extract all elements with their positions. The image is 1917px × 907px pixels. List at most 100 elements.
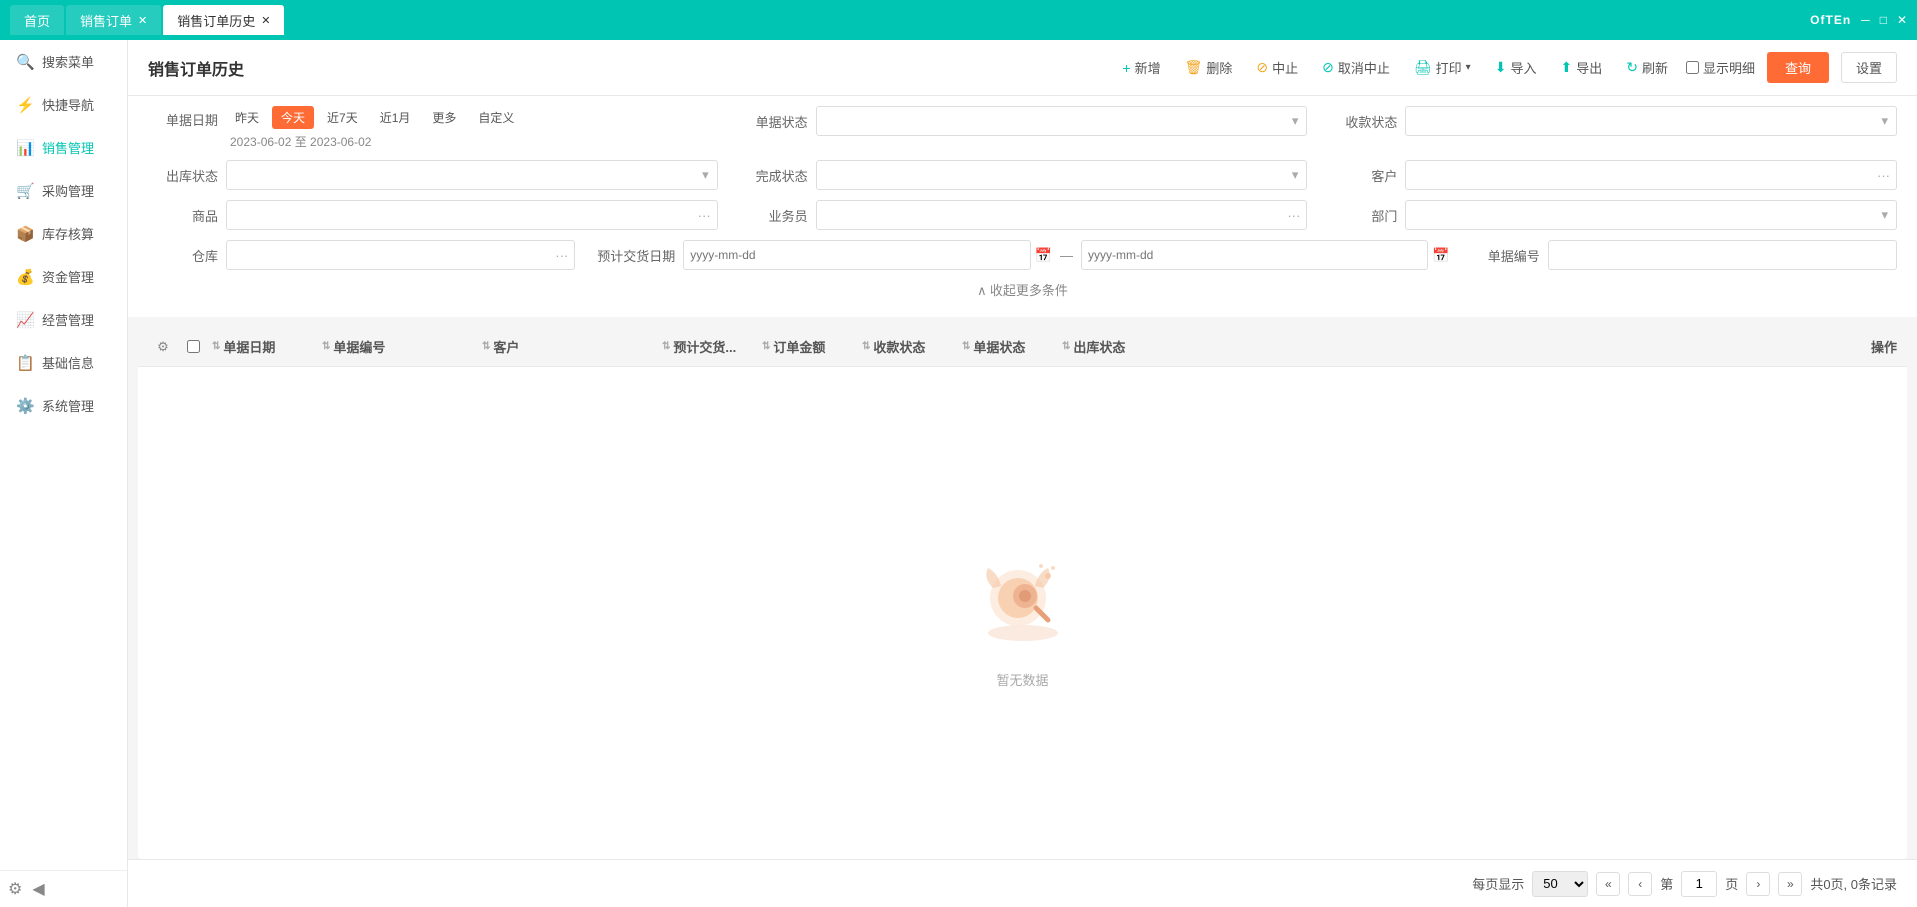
bill-status-select[interactable]: ▾ bbox=[816, 106, 1308, 136]
th-out-status-label: 出库状态 bbox=[1073, 337, 1125, 356]
tab-home[interactable]: 首页 bbox=[10, 5, 64, 35]
cancel-stop-icon: ⊘ bbox=[1322, 59, 1334, 76]
complete-status-select[interactable]: ▾ bbox=[816, 160, 1308, 190]
page-size-select[interactable]: 50 10 20 100 bbox=[1532, 871, 1588, 897]
sort-icon-pay: ⇅ bbox=[862, 341, 870, 352]
date-btn-7days[interactable]: 近7天 bbox=[318, 106, 367, 129]
first-page-btn[interactable]: « bbox=[1596, 872, 1620, 896]
settings-button[interactable]: 设置 bbox=[1841, 52, 1897, 83]
warehouse-input[interactable] bbox=[233, 241, 551, 269]
dept-label: 部门 bbox=[1327, 206, 1397, 225]
sidebar-item-basic-info[interactable]: 📋 基础信息 bbox=[0, 341, 127, 384]
calendar-to-icon[interactable]: 📅 bbox=[1432, 247, 1449, 264]
sidebar-bottom: ⚙ ◀ bbox=[0, 870, 127, 907]
last-page-btn[interactable]: » bbox=[1778, 872, 1802, 896]
date-btn-3days[interactable]: 今天 bbox=[272, 106, 314, 129]
export-label: 导出 bbox=[1576, 58, 1602, 77]
tab-sales-history-close[interactable]: ✕ bbox=[261, 14, 270, 27]
sidebar-item-fund-mgmt[interactable]: 💰 资金管理 bbox=[0, 255, 127, 298]
sidebar-item-search-menu[interactable]: 🔍 搜索菜单 bbox=[0, 40, 127, 83]
minimize-btn[interactable]: ─ bbox=[1861, 13, 1870, 27]
import-button[interactable]: ⬇ 导入 bbox=[1489, 54, 1543, 81]
query-button[interactable]: 查询 bbox=[1767, 52, 1829, 83]
th-amount[interactable]: ⇅ 订单金额 bbox=[758, 337, 858, 356]
th-date-label: 单据日期 bbox=[223, 337, 275, 356]
product-input[interactable] bbox=[233, 201, 694, 229]
export-button[interactable]: ⬆ 导出 bbox=[1554, 54, 1608, 81]
sidebar-item-purchase-mgmt[interactable]: 🛒 采购管理 bbox=[0, 169, 127, 212]
sidebar-label-purchase-mgmt: 采购管理 bbox=[42, 181, 94, 200]
sidebar-collapse-btn[interactable]: ◀ bbox=[32, 879, 44, 899]
warehouse-dots[interactable]: ··· bbox=[555, 248, 568, 263]
product-dots[interactable]: ··· bbox=[698, 208, 711, 223]
th-pay-status[interactable]: ⇅ 收款状态 bbox=[858, 337, 958, 356]
order-no-input[interactable] bbox=[1548, 240, 1897, 270]
add-button[interactable]: + 新增 bbox=[1116, 54, 1166, 81]
warehouse-label: 仓库 bbox=[148, 246, 218, 265]
stop-button[interactable]: ⊘ 中止 bbox=[1250, 54, 1304, 81]
display-detail-checkbox[interactable] bbox=[1686, 61, 1699, 74]
page-input[interactable] bbox=[1681, 871, 1717, 897]
th-customer[interactable]: ⇅ 客户 bbox=[478, 337, 658, 356]
calendar-from-icon[interactable]: 📅 bbox=[1035, 247, 1052, 264]
display-detail-label: 显示明细 bbox=[1703, 58, 1755, 77]
maximize-btn[interactable]: □ bbox=[1880, 13, 1887, 27]
export-icon: ⬆ bbox=[1560, 59, 1572, 76]
sidebar-label-stock-calc: 库存核算 bbox=[42, 224, 94, 243]
date-btn-today[interactable]: 昨天 bbox=[226, 106, 268, 129]
date-label: 单据日期 bbox=[148, 106, 218, 129]
sidebar-label-search-menu: 搜索菜单 bbox=[42, 52, 94, 71]
pay-status-select[interactable]: ▾ bbox=[1405, 106, 1897, 136]
salesman-input[interactable] bbox=[823, 201, 1284, 229]
print-arrow-icon: ▾ bbox=[1466, 62, 1471, 73]
page-label-after: 页 bbox=[1725, 874, 1738, 893]
select-all-checkbox[interactable] bbox=[178, 340, 208, 353]
th-out-status[interactable]: ⇅ 出库状态 bbox=[1058, 337, 1158, 356]
stop-label: 中止 bbox=[1272, 58, 1298, 77]
sidebar-label-sales-mgmt: 销售管理 bbox=[42, 138, 94, 157]
th-date[interactable]: ⇅ 单据日期 bbox=[208, 337, 318, 356]
tab-sales-order[interactable]: 销售订单 ✕ bbox=[66, 5, 161, 35]
settings-column-btn[interactable]: ⚙ bbox=[148, 339, 178, 355]
customer-input[interactable] bbox=[1412, 161, 1873, 189]
tab-sales-history[interactable]: 销售订单历史 ✕ bbox=[163, 5, 284, 35]
main-layout: 🔍 搜索菜单 ⚡ 快捷导航 📊 销售管理 🛒 采购管理 📦 库存核算 💰 资金管… bbox=[0, 40, 1917, 907]
sidebar-item-sys-mgmt[interactable]: ⚙️ 系统管理 bbox=[0, 384, 127, 427]
date-btn-more[interactable]: 更多 bbox=[423, 106, 465, 129]
expect-date-from[interactable] bbox=[683, 240, 1030, 270]
top-bar: 首页 销售订单 ✕ 销售订单历史 ✕ OfTEn ─ □ ✕ bbox=[0, 0, 1917, 40]
sidebar-label-ops-mgmt: 经营管理 bbox=[42, 310, 94, 329]
salesman-dots[interactable]: ··· bbox=[1287, 208, 1300, 223]
refresh-button[interactable]: ↻ 刷新 bbox=[1620, 54, 1674, 81]
collapse-bar[interactable]: ∧ 收起更多条件 bbox=[148, 276, 1897, 307]
sidebar-label-quick-nav: 快捷导航 bbox=[42, 95, 94, 114]
customer-dots[interactable]: ··· bbox=[1877, 168, 1890, 183]
date-btn-custom[interactable]: 自定义 bbox=[469, 106, 523, 129]
expect-date-to[interactable] bbox=[1081, 240, 1428, 270]
close-window-btn[interactable]: ✕ bbox=[1897, 13, 1907, 27]
cancel-stop-button[interactable]: ⊘ 取消中止 bbox=[1316, 54, 1396, 81]
th-bill-status[interactable]: ⇅ 单据状态 bbox=[958, 337, 1058, 356]
sidebar-item-stock-calc[interactable]: 📦 库存核算 bbox=[0, 212, 127, 255]
out-status-select[interactable]: ▾ bbox=[226, 160, 718, 190]
prev-page-btn[interactable]: ‹ bbox=[1628, 872, 1652, 896]
th-expect[interactable]: ⇅ 预计交货... bbox=[658, 337, 758, 356]
print-button[interactable]: 🖨 打印 ▾ bbox=[1408, 54, 1477, 81]
next-page-btn[interactable]: › bbox=[1746, 872, 1770, 896]
th-amount-label: 订单金额 bbox=[773, 337, 825, 356]
complete-status-arrow: ▾ bbox=[1292, 167, 1299, 183]
th-num[interactable]: ⇅ 单据编号 bbox=[318, 337, 478, 356]
date-btn-1month[interactable]: 近1月 bbox=[371, 106, 420, 129]
page-title-bar: 销售订单历史 + 新增 🗑 删除 ⊘ 中止 ⊘ bbox=[148, 52, 1897, 83]
sidebar-settings-btn[interactable]: ⚙ bbox=[8, 879, 22, 899]
sidebar-item-ops-mgmt[interactable]: 📈 经营管理 bbox=[0, 298, 127, 341]
tab-sales-order-close[interactable]: ✕ bbox=[138, 14, 147, 27]
sidebar-item-sales-mgmt[interactable]: 📊 销售管理 bbox=[0, 126, 127, 169]
display-detail-check[interactable]: 显示明细 bbox=[1686, 58, 1755, 77]
customer-label: 客户 bbox=[1327, 166, 1397, 185]
delete-button[interactable]: 🗑 删除 bbox=[1179, 54, 1239, 81]
sidebar-item-quick-nav[interactable]: ⚡ 快捷导航 bbox=[0, 83, 127, 126]
sort-icon-date: ⇅ bbox=[212, 341, 220, 352]
dept-select[interactable]: ▾ bbox=[1405, 200, 1897, 230]
total-info: 共0页, 0条记录 bbox=[1810, 874, 1897, 893]
